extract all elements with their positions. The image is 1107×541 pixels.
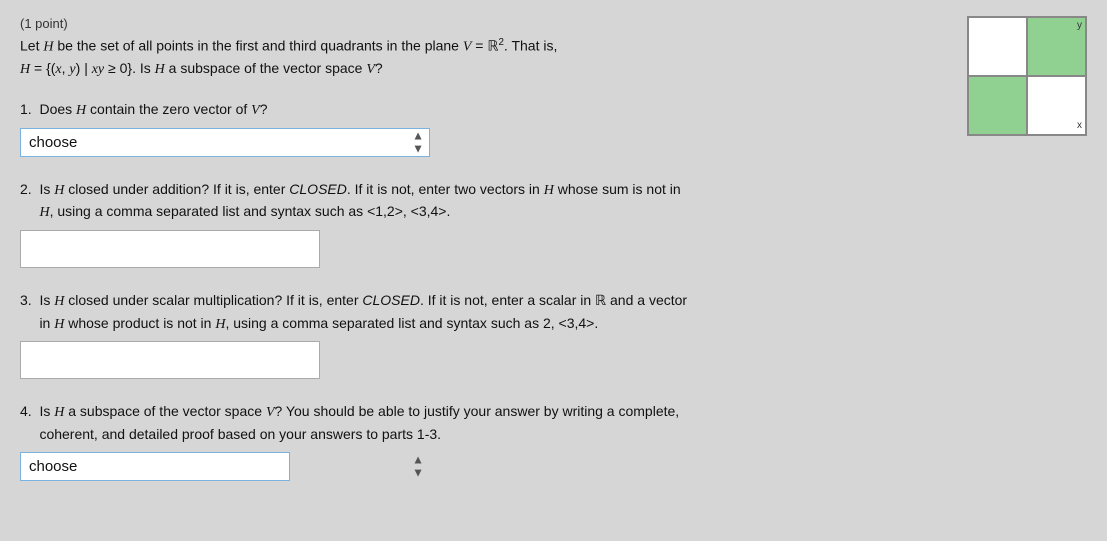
question-1-block: 1. Does H contain the zero vector of V? … xyxy=(20,99,910,157)
question-3-label: 3. Is H closed under scalar multiplicati… xyxy=(20,290,910,335)
question-1-select[interactable]: choose Yes No xyxy=(20,128,430,157)
quadrant-1: y xyxy=(1027,17,1086,76)
question-1-select-wrapper: choose Yes No ▲ ▼ xyxy=(20,128,430,157)
question-4-label: 4. Is H a subspace of the vector space V… xyxy=(20,401,910,445)
problem-line2: H = {(x, y) | xy ≥ 0}. Is H a subspace o… xyxy=(20,58,880,81)
question-4-select[interactable]: choose Yes No xyxy=(20,452,290,481)
y-label: y xyxy=(1077,20,1082,31)
question-1-label: 1. Does H contain the zero vector of V? xyxy=(20,99,910,122)
question-4-block: 4. Is H a subspace of the vector space V… xyxy=(20,401,910,480)
x-label: x xyxy=(1077,120,1082,131)
problem-line1: Let H be the set of all points in the fi… xyxy=(20,35,880,58)
points-label: (1 point) xyxy=(20,16,1087,31)
question-4-select-wrapper: choose Yes No ▲ ▼ xyxy=(20,452,430,481)
question-2-block: 2. Is H closed under addition? If it is,… xyxy=(20,179,910,268)
question-3-block: 3. Is H closed under scalar multiplicati… xyxy=(20,290,910,379)
quadrant-4: x xyxy=(1027,76,1086,135)
quadrant-2 xyxy=(968,17,1027,76)
quadrant-diagram: y x xyxy=(967,16,1087,136)
quadrant-3 xyxy=(968,76,1027,135)
select-arrow-4: ▲ ▼ xyxy=(412,454,424,479)
question-2-input[interactable] xyxy=(20,230,320,268)
diagram-grid: y x xyxy=(967,16,1087,136)
question-3-input[interactable] xyxy=(20,341,320,379)
question-2-label: 2. Is H closed under addition? If it is,… xyxy=(20,179,910,224)
problem-statement: Let H be the set of all points in the fi… xyxy=(20,35,880,81)
page-wrapper: y x (1 point) Let H be the set of all po… xyxy=(0,0,1107,541)
